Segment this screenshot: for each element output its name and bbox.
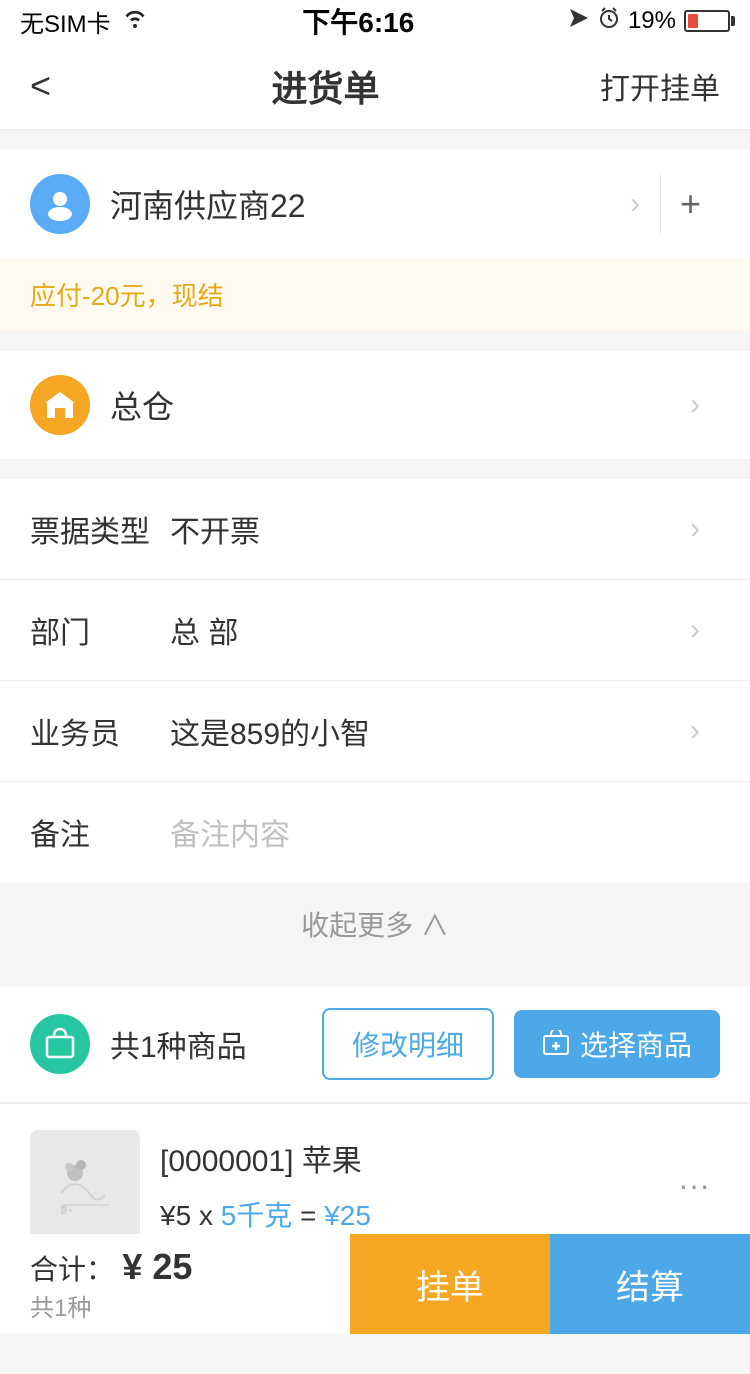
supplier-avatar: [30, 174, 90, 234]
warehouse-icon: [30, 375, 90, 435]
location-icon: [568, 7, 590, 36]
department-label: 部门: [30, 608, 170, 652]
back-button[interactable]: <: [30, 65, 51, 107]
invoice-chevron-icon: ›: [690, 512, 700, 546]
staff-label: 业务员: [30, 709, 170, 753]
invoice-label: 票据类型: [30, 507, 170, 551]
total-label: 合计：: [30, 1254, 114, 1285]
product-price: ¥5 x 5千克 = ¥25: [160, 1194, 648, 1234]
department-value: 总 部: [170, 608, 690, 652]
total-row: 合计： ¥ 25: [30, 1246, 320, 1288]
supplier-chevron-icon: ›: [630, 187, 640, 221]
warehouse-section: 总仓 ›: [0, 351, 750, 459]
status-bar: 无SIM卡 下午6:16 19%: [0, 0, 750, 42]
open-pending-button[interactable]: 打开挂单: [600, 64, 720, 108]
total-section: 合计： ¥ 25 共1种: [0, 1246, 350, 1323]
product-info: [0000001] 苹果 ¥5 x 5千克 = ¥25: [160, 1136, 648, 1234]
supplier-name: 河南供应商22: [110, 181, 630, 227]
total-amount: ¥ 25: [122, 1246, 192, 1287]
status-time: 下午6:16: [302, 1, 414, 41]
status-left: 无SIM卡: [20, 4, 149, 39]
alarm-icon: [598, 7, 620, 36]
product-icon: [30, 1014, 90, 1074]
remark-input[interactable]: 备注内容: [170, 810, 720, 854]
remark-row[interactable]: 备注 备注内容: [0, 782, 750, 882]
warehouse-name: 总仓: [110, 382, 690, 428]
invoice-type-row[interactable]: 票据类型 不开票 ›: [0, 479, 750, 580]
department-row[interactable]: 部门 总 部 ›: [0, 580, 750, 681]
supplier-section: 河南供应商22 › + 应付-20元，现结: [0, 150, 750, 331]
product-header: 共1种商品 修改明细 选择商品: [0, 986, 750, 1102]
total-count: 共1种: [30, 1288, 320, 1323]
nav-bar: < 进货单 打开挂单: [0, 42, 750, 130]
warehouse-chevron-icon: ›: [690, 388, 700, 422]
status-right: 19%: [568, 7, 730, 36]
warehouse-row[interactable]: 总仓 ›: [0, 351, 750, 459]
remark-label: 备注: [30, 810, 170, 854]
product-more-button[interactable]: ···: [668, 1167, 720, 1204]
product-thumbnail: 督+: [30, 1130, 140, 1240]
form-section: 票据类型 不开票 › 部门 总 部 › 业务员 这是859的小智 › 备注 备注…: [0, 479, 750, 882]
hang-button[interactable]: 挂单: [350, 1234, 550, 1334]
add-supplier-button[interactable]: +: [660, 174, 720, 234]
page-title: 进货单: [272, 60, 380, 112]
settle-button[interactable]: 结算: [550, 1234, 750, 1334]
battery-icon: [684, 10, 730, 32]
supplier-row[interactable]: 河南供应商22 › +: [0, 150, 750, 258]
bottom-bar: 合计： ¥ 25 共1种 挂单 结算: [0, 1234, 750, 1334]
staff-row[interactable]: 业务员 这是859的小智 ›: [0, 681, 750, 782]
staff-value: 这是859的小智: [170, 709, 690, 753]
sim-text: 无SIM卡: [20, 4, 111, 39]
select-product-label: 选择商品: [580, 1024, 692, 1064]
supplier-alert: 应付-20元，现结: [0, 258, 750, 331]
svg-text:督+: 督+: [60, 1205, 73, 1215]
product-name: [0000001] 苹果: [160, 1136, 648, 1180]
department-chevron-icon: ›: [690, 613, 700, 647]
wifi-icon: [121, 7, 149, 35]
select-product-button[interactable]: 选择商品: [514, 1010, 720, 1078]
edit-detail-button[interactable]: 修改明细: [322, 1008, 494, 1080]
invoice-value: 不开票: [170, 507, 690, 551]
product-section: 共1种商品 修改明细 选择商品 督+: [0, 986, 750, 1264]
collapse-toggle[interactable]: 收起更多 ∧: [0, 882, 750, 966]
product-count: 共1种商品: [110, 1022, 302, 1066]
battery-percent: 19%: [628, 7, 676, 35]
staff-chevron-icon: ›: [690, 714, 700, 748]
